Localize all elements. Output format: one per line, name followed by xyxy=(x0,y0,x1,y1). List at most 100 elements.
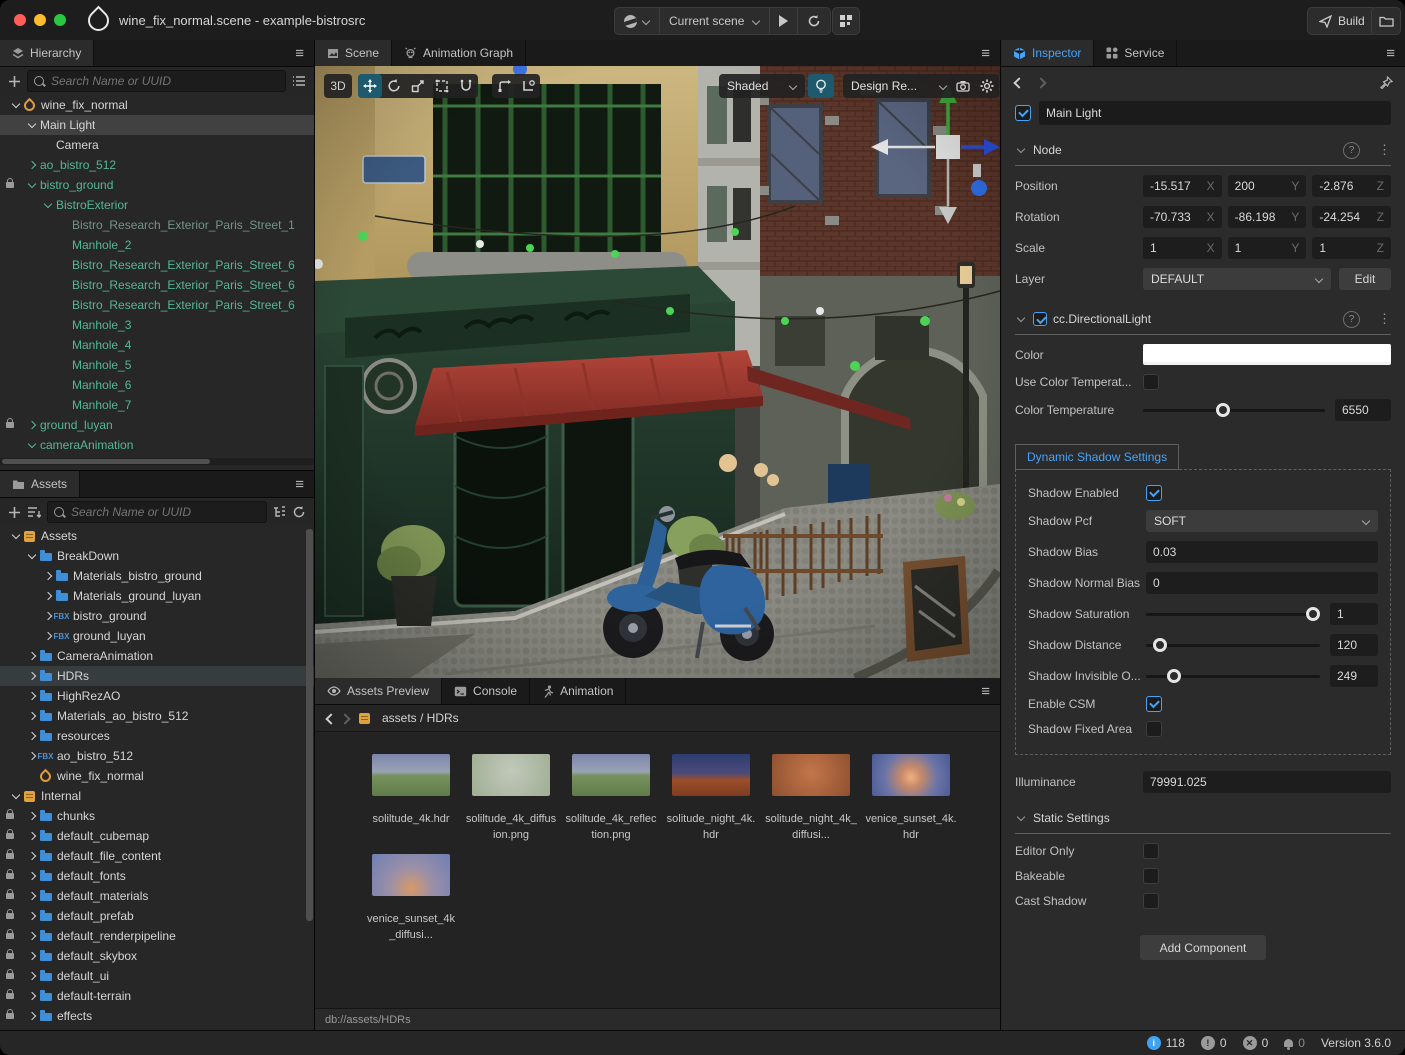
maximize-window-button[interactable] xyxy=(54,14,66,26)
scale-y-field[interactable]: 1Y xyxy=(1227,237,1307,259)
rect-tool-button[interactable] xyxy=(430,74,454,98)
preview-qr-button[interactable] xyxy=(832,7,860,35)
tree-row[interactable]: BreakDown xyxy=(0,546,314,566)
list-view-icon[interactable] xyxy=(292,75,306,87)
chevron-right-icon[interactable] xyxy=(26,690,38,702)
shadow-pcf-select[interactable]: SOFT xyxy=(1146,510,1378,532)
warning-count[interactable]: ! 0 xyxy=(1200,1036,1227,1050)
chevron-right-icon[interactable] xyxy=(26,710,38,722)
chevron-right-icon[interactable] xyxy=(26,750,38,762)
layer-select[interactable]: DEFAULT xyxy=(1143,268,1331,290)
node-section-header[interactable]: Node ? ⋮ xyxy=(1015,135,1391,166)
chevron-right-icon[interactable] xyxy=(26,1010,38,1022)
tree-row[interactable]: Manhole_3 xyxy=(0,315,314,335)
scale-x-field[interactable]: 1X xyxy=(1143,237,1222,259)
help-icon[interactable]: ? xyxy=(1343,141,1360,159)
snap-tool-button[interactable] xyxy=(492,74,516,98)
tab-service[interactable]: Service xyxy=(1094,40,1178,66)
tree-row[interactable]: Bistro_Research_Exterior_Paris_Street_6 xyxy=(0,255,314,275)
color-temp-value[interactable]: 6550 xyxy=(1335,399,1391,421)
minimize-window-button[interactable] xyxy=(34,14,46,26)
position-y-field[interactable]: 200 Y xyxy=(1227,175,1307,197)
assets-search-input[interactable] xyxy=(47,501,267,523)
light-section-header[interactable]: cc.DirectionalLight ? ⋮ xyxy=(1015,304,1391,335)
asset-card[interactable]: soliltude_4k.hdr xyxy=(365,754,457,844)
chevron-right-icon[interactable] xyxy=(26,850,38,862)
asset-card[interactable]: solitude_night_4k.hdr xyxy=(665,754,757,844)
scene-select[interactable]: Current scene xyxy=(660,8,771,34)
asset-card[interactable]: soliltude_4k_reflection.png xyxy=(565,754,657,844)
inspector-forward-button[interactable] xyxy=(1037,78,1045,86)
layer-edit-button[interactable]: Edit xyxy=(1339,268,1391,290)
chevron-right-icon[interactable] xyxy=(42,570,54,582)
tab-inspector[interactable]: Inspector xyxy=(1001,40,1095,66)
tree-row[interactable]: wine_fix_normal xyxy=(0,766,314,786)
inspector-menu-icon[interactable]: ≡ xyxy=(1386,46,1395,61)
chevron-down-icon[interactable] xyxy=(26,119,38,131)
shadow-saturation-value[interactable]: 1 xyxy=(1330,603,1378,625)
help-icon[interactable]: ? xyxy=(1343,310,1360,328)
add-asset-icon[interactable] xyxy=(8,506,21,519)
chevron-right-icon[interactable] xyxy=(26,870,38,882)
assets-search-field[interactable] xyxy=(69,504,260,520)
tree-row[interactable]: Bistro_Research_Exterior_Paris_Street_1 xyxy=(0,215,314,235)
dynamic-shadow-settings-tab[interactable]: Dynamic Shadow Settings xyxy=(1015,444,1180,470)
tree-row[interactable]: Materials_ground_luyan xyxy=(0,586,314,606)
tree-row[interactable]: CameraAnimation xyxy=(0,646,314,666)
tree-row[interactable]: default_fonts xyxy=(0,866,314,886)
inspector-back-button[interactable] xyxy=(1013,78,1021,86)
static-settings-header[interactable]: Static Settings xyxy=(1015,803,1391,834)
node-name-field[interactable]: Main Light xyxy=(1039,101,1391,125)
tab-scene[interactable]: Scene xyxy=(315,40,393,66)
tree-row[interactable]: default_file_content xyxy=(0,846,314,866)
color-swatch[interactable] xyxy=(1143,344,1391,365)
add-node-icon[interactable] xyxy=(8,75,21,88)
asset-card[interactable]: venice_sunset_4k.hdr xyxy=(865,754,957,844)
build-button[interactable]: Build xyxy=(1307,7,1377,35)
tree-row[interactable]: default_prefab xyxy=(0,906,314,926)
scene-viewport[interactable]: 3D Shaded Design Re... xyxy=(315,66,1000,678)
asset-card[interactable]: soliltude_4k_diffusion.png xyxy=(465,754,557,844)
tree-row[interactable]: Manhole_6 xyxy=(0,375,314,395)
tree-row[interactable]: Bistro_Research_Exterior_Paris_Street_6 xyxy=(0,295,314,315)
shadow-bias-field[interactable]: 0.03 xyxy=(1146,541,1378,563)
tree-row[interactable]: bistro_ground xyxy=(0,175,314,195)
shadow-enabled-checkbox[interactable] xyxy=(1146,485,1162,501)
close-window-button[interactable] xyxy=(14,14,26,26)
tree-row[interactable]: chunks xyxy=(0,806,314,826)
chevron-right-icon[interactable] xyxy=(26,910,38,922)
tree-row[interactable]: default_materials xyxy=(0,886,314,906)
chevron-down-icon[interactable] xyxy=(10,99,22,111)
chevron-right-icon[interactable] xyxy=(42,590,54,602)
shadow-invisible-value[interactable]: 249 xyxy=(1330,665,1378,687)
rotation-z-field[interactable]: -24.254 Z xyxy=(1312,206,1392,228)
chevron-down-icon[interactable] xyxy=(42,199,54,211)
move-tool-button[interactable] xyxy=(358,74,382,98)
tree-row[interactable]: Materials_ao_bistro_512 xyxy=(0,706,314,726)
node-active-checkbox[interactable] xyxy=(1015,105,1031,121)
shadow-distance-slider[interactable] xyxy=(1146,634,1320,656)
tree-row[interactable]: default_cubemap xyxy=(0,826,314,846)
chevron-right-icon[interactable] xyxy=(42,610,54,622)
shading-mode-select[interactable]: Shaded xyxy=(719,74,805,98)
tree-row[interactable]: Main Light xyxy=(0,115,314,135)
chevron-right-icon[interactable] xyxy=(26,990,38,1002)
notification-count[interactable]: 0 xyxy=(1284,1036,1305,1050)
tree-row[interactable]: FBX bistro_ground xyxy=(0,606,314,626)
play-button[interactable] xyxy=(770,8,799,34)
chevron-down-icon[interactable] xyxy=(10,530,22,542)
hierarchy-search-input[interactable] xyxy=(27,70,286,92)
chevron-right-icon[interactable] xyxy=(26,890,38,902)
chevron-right-icon[interactable] xyxy=(26,950,38,962)
tab-animation-graph[interactable]: Animation Graph xyxy=(392,40,527,66)
asset-card[interactable]: venice_sunset_4k_diffusi... xyxy=(365,853,457,944)
tree-row[interactable]: Manhole_7 xyxy=(0,395,314,415)
chevron-right-icon[interactable] xyxy=(26,419,38,431)
tree-row[interactable]: resources xyxy=(0,726,314,746)
scale-tool-button[interactable] xyxy=(406,74,430,98)
chevron-right-icon[interactable] xyxy=(26,159,38,171)
tree-row[interactable]: cameraAnimation xyxy=(0,435,314,455)
platform-select[interactable] xyxy=(615,8,660,34)
back-button[interactable] xyxy=(325,714,333,722)
kebab-menu-icon[interactable]: ⋮ xyxy=(1378,311,1391,327)
